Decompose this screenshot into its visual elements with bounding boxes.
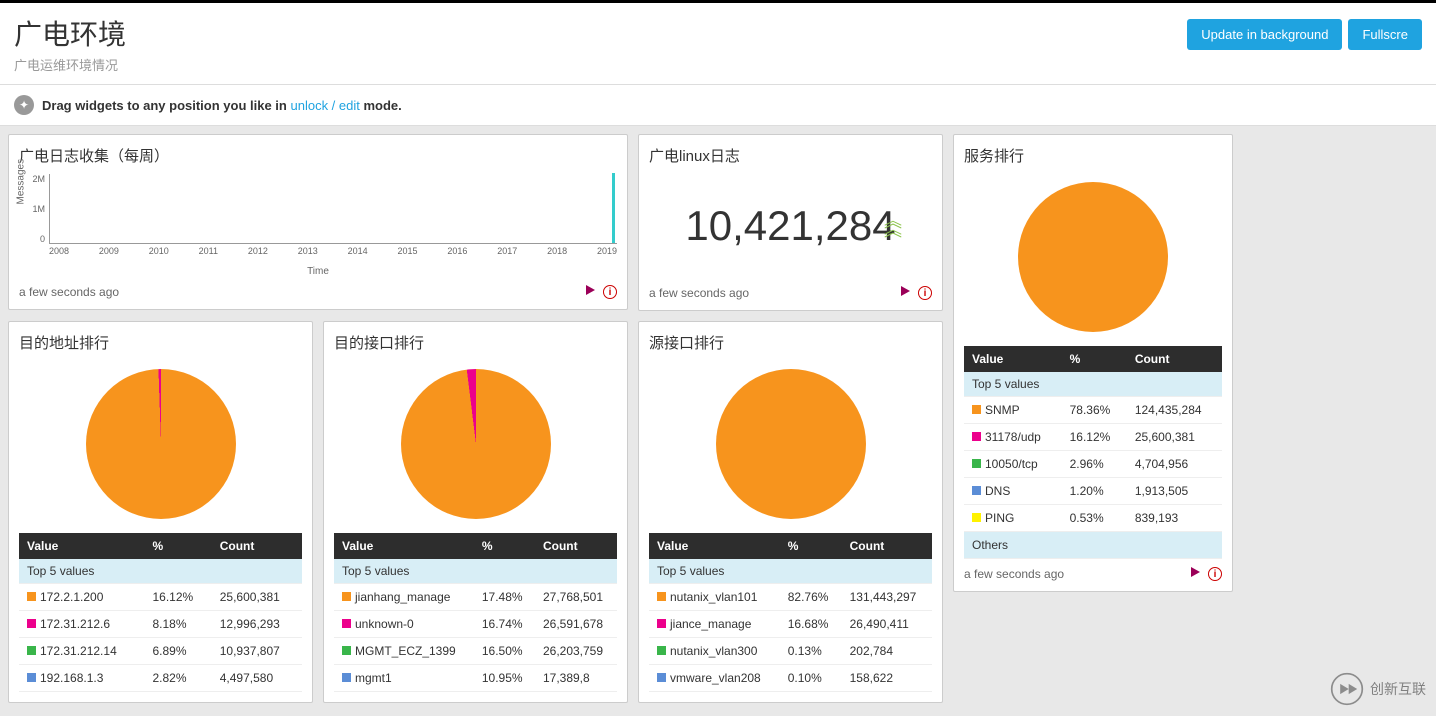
page-header: 广电环境 广电运维环境情况 Update in background Fulls… (0, 3, 1436, 85)
table-row: 31178/udp16.12%25,600,381 (964, 424, 1222, 451)
table-row: nutanix_vlan3000.13%202,784 (649, 638, 932, 665)
color-swatch (972, 432, 981, 441)
widget-log-weekly: 广电日志收集（每周） Messages 2M 1M 0 2008 2009 20… (8, 134, 628, 310)
watermark: 创新互联 (1330, 672, 1426, 706)
color-swatch (27, 646, 36, 655)
widget-footer: a few seconds ago i (649, 286, 932, 300)
top5-header: Top 5 values (649, 559, 932, 584)
color-swatch (27, 592, 36, 601)
table-row: DNS1.20%1,913,505 (964, 478, 1222, 505)
table-row: PING0.53%839,193 (964, 505, 1222, 532)
table-row: jiance_manage16.68%26,490,411 (649, 611, 932, 638)
widget-title: 广电日志收集（每周） (19, 145, 617, 166)
bar-2019 (612, 173, 615, 243)
pie-chart (716, 369, 866, 519)
color-swatch (657, 592, 666, 601)
page-subtitle: 广电运维环境情况 (14, 55, 126, 74)
bar-chart: Messages 2M 1M 0 2008 2009 2010 2011 201… (49, 174, 617, 264)
data-table: Value % Count Top 5 valuesnutanix_vlan10… (649, 533, 932, 692)
pie-chart (401, 369, 551, 519)
widget-linux-log: 广电linux日志 10,421,284 ︽︽ a few seconds ag… (638, 134, 943, 311)
scroll-area[interactable]: Value % Count Top 5 valuesnutanix_vlan10… (649, 361, 932, 692)
table-row: MGMT_ECZ_139916.50%26,203,759 (334, 638, 617, 665)
table-row: 172.2.1.20016.12%25,600,381 (19, 584, 302, 611)
scroll-area[interactable]: Value % Count Top 5 values172.2.1.20016.… (19, 361, 302, 692)
top5-header: Top 5 values (334, 559, 617, 584)
page-title: 广电环境 (14, 13, 126, 53)
color-swatch (972, 405, 981, 414)
table-row: nutanix_vlan10182.76%131,443,297 (649, 584, 932, 611)
tip-bar: ✦ Drag widgets to any position you like … (0, 85, 1436, 126)
color-swatch (972, 513, 981, 522)
widget-title: 目的接口排行 (334, 332, 617, 353)
timestamp: a few seconds ago (19, 285, 119, 299)
fullscreen-button[interactable]: Fullscre (1348, 19, 1422, 50)
color-swatch (972, 459, 981, 468)
table-row: 172.31.212.68.18%12,996,293 (19, 611, 302, 638)
y-ticks: 2M 1M 0 (27, 174, 45, 244)
color-swatch (342, 673, 351, 682)
y-axis-label: Messages (16, 159, 27, 205)
table-row: 192.168.1.32.82%4,497,580 (19, 665, 302, 692)
x-axis-label: Time (19, 266, 617, 277)
widget-service-rank: 服务排行 Value % Count Top 5 valuesSNMP78.36… (953, 134, 1233, 592)
scroll-area[interactable]: Value % Count Top 5 valuesjianhang_manag… (334, 361, 617, 692)
header-actions: Update in background Fullscre (1187, 19, 1422, 50)
pie-chart (86, 369, 236, 519)
plot-area (49, 174, 617, 244)
play-icon[interactable] (586, 285, 595, 295)
top5-header: Top 5 values (964, 372, 1222, 397)
x-ticks: 2008 2009 2010 2011 2012 2013 2014 2015 … (49, 246, 617, 256)
table-row: 10050/tcp2.96%4,704,956 (964, 451, 1222, 478)
table-row: vmware_vlan2080.10%158,622 (649, 665, 932, 692)
color-swatch (657, 619, 666, 628)
big-stat-value: 10,421,284 ︽︽ (649, 174, 932, 278)
header-left: 广电环境 广电运维环境情况 (14, 13, 126, 74)
trend-up-icon: ︽︽ (884, 217, 902, 235)
play-icon[interactable] (1191, 567, 1200, 577)
tip-text: Drag widgets to any position you like in… (42, 98, 402, 113)
widget-dest-addr: 目的地址排行 Value % Count Top 5 values172.2.1… (8, 321, 313, 703)
color-swatch (342, 619, 351, 628)
timestamp: a few seconds ago (964, 567, 1064, 581)
data-table: Value % Count Top 5 valuesjianhang_manag… (334, 533, 617, 692)
others-row: Others (964, 532, 1222, 559)
widget-title: 目的地址排行 (19, 332, 302, 353)
data-table: Value % Count Top 5 values172.2.1.20016.… (19, 533, 302, 692)
widget-dest-port: 目的接口排行 Value % Count Top 5 valuesjianhan… (323, 321, 628, 703)
color-swatch (342, 646, 351, 655)
widget-title: 广电linux日志 (649, 145, 932, 166)
info-icon[interactable]: i (918, 286, 932, 300)
widget-footer: a few seconds ago i (964, 567, 1222, 581)
color-swatch (27, 673, 36, 682)
dashboard-grid: 广电日志收集（每周） Messages 2M 1M 0 2008 2009 20… (0, 126, 1436, 711)
scroll-area[interactable]: Value % Count Top 5 valuesSNMP78.36%124,… (964, 174, 1222, 559)
widget-src-port: 源接口排行 Value % Count Top 5 valuesnutanix_… (638, 321, 943, 703)
table-row: jianhang_manage17.48%27,768,501 (334, 584, 617, 611)
info-icon[interactable]: i (603, 285, 617, 299)
play-icon[interactable] (901, 286, 910, 296)
color-swatch (27, 619, 36, 628)
color-swatch (342, 592, 351, 601)
update-background-button[interactable]: Update in background (1187, 19, 1342, 50)
lightbulb-icon: ✦ (14, 95, 34, 115)
color-swatch (972, 486, 981, 495)
table-row: mgmt110.95%17,389,8 (334, 665, 617, 692)
top5-header: Top 5 values (19, 559, 302, 584)
info-icon[interactable]: i (1208, 567, 1222, 581)
timestamp: a few seconds ago (649, 286, 749, 300)
widget-title: 服务排行 (964, 145, 1222, 166)
table-row: unknown-016.74%26,591,678 (334, 611, 617, 638)
pie-chart (1018, 182, 1168, 332)
widget-footer: a few seconds ago i (19, 285, 617, 299)
table-row: 172.31.212.146.89%10,937,807 (19, 638, 302, 665)
color-swatch (657, 673, 666, 682)
data-table: Value % Count Top 5 valuesSNMP78.36%124,… (964, 346, 1222, 559)
table-row: SNMP78.36%124,435,284 (964, 397, 1222, 424)
unlock-edit-link[interactable]: unlock / edit (290, 98, 359, 113)
color-swatch (657, 646, 666, 655)
widget-title: 源接口排行 (649, 332, 932, 353)
